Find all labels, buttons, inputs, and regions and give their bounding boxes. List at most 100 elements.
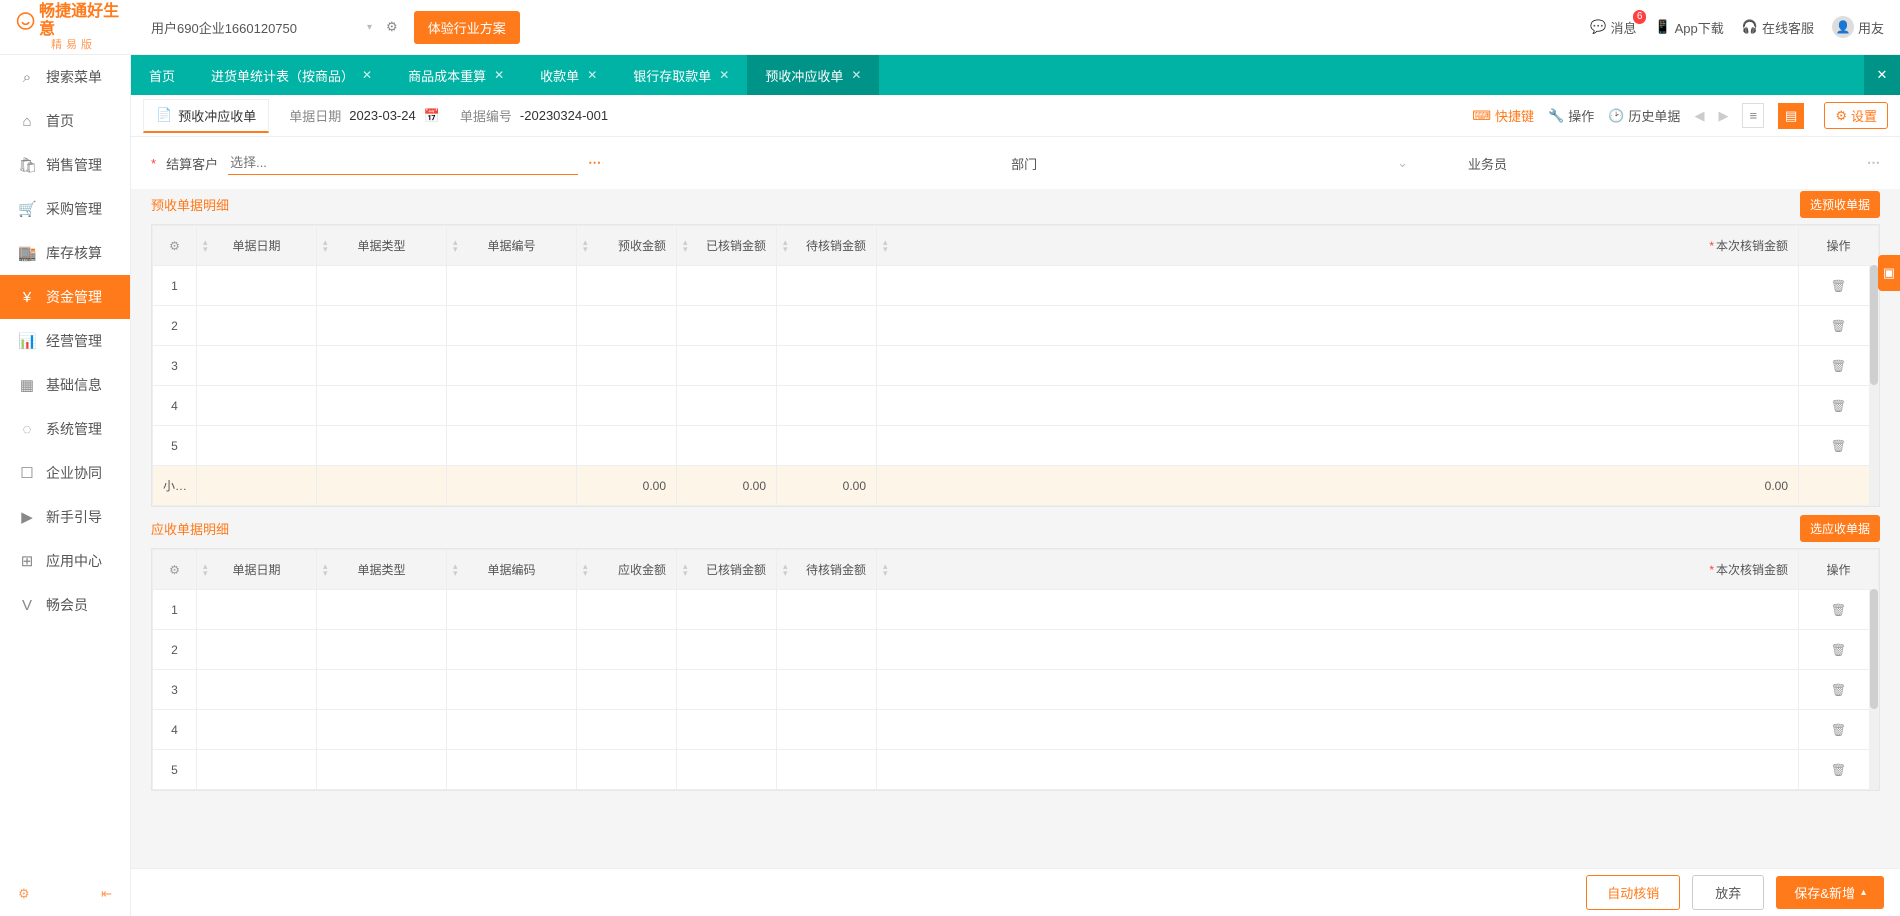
- sidebar-item-5[interactable]: ¥资金管理: [0, 275, 130, 319]
- tab-close-icon[interactable]: ✕: [494, 68, 504, 82]
- tab-2[interactable]: 商品成本重算✕: [390, 55, 522, 95]
- wrench-icon: 🔧: [1548, 108, 1564, 124]
- sidebar-item-7[interactable]: ▦基础信息: [0, 363, 130, 407]
- col-this[interactable]: ▴▾*本次核销金额: [877, 226, 1799, 266]
- online-service-link[interactable]: 🎧 在线客服: [1742, 18, 1814, 37]
- shortcut-link[interactable]: ⌨快捷键: [1472, 106, 1534, 125]
- sidebar-item-6[interactable]: 📊经营管理: [0, 319, 130, 363]
- table-row[interactable]: 3🗑: [153, 346, 1879, 386]
- customer-lookup-icon[interactable]: ⋯: [588, 155, 601, 171]
- tab-4[interactable]: 银行存取款单✕: [615, 55, 747, 95]
- tab-5[interactable]: 预收冲应收单✕: [747, 55, 879, 95]
- col-pending[interactable]: ▴▾待核销金额: [777, 226, 877, 266]
- table-row[interactable]: 1🗑: [153, 266, 1879, 306]
- col-receivable[interactable]: ▴▾应收金额: [577, 550, 677, 590]
- messages-link[interactable]: 💬 消息 6: [1590, 18, 1636, 37]
- delete-row-icon[interactable]: 🗑: [1799, 386, 1879, 426]
- col-date[interactable]: ▴▾单据日期: [197, 226, 317, 266]
- operate-link[interactable]: 🔧操作: [1548, 106, 1594, 125]
- next-record-button[interactable]: ▶: [1718, 108, 1728, 124]
- sidebar-item-8[interactable]: ◌系统管理: [0, 407, 130, 451]
- auto-verify-button[interactable]: 自动核销: [1586, 875, 1680, 910]
- discard-button[interactable]: 放弃: [1692, 875, 1764, 910]
- col-verified[interactable]: ▴▾已核销金额: [677, 550, 777, 590]
- tab-0[interactable]: 首页: [131, 55, 193, 95]
- sidebar-item-11[interactable]: ⊞应用中心: [0, 539, 130, 583]
- sidebar-collapse-icon[interactable]: ⇤: [101, 886, 112, 902]
- save-and-new-button[interactable]: 保存&新增▴: [1776, 876, 1884, 909]
- tab-close-icon[interactable]: ✕: [587, 68, 597, 82]
- sidebar-item-0[interactable]: ⌕搜索菜单: [0, 55, 130, 99]
- tab-1[interactable]: 进货单统计表（按商品）✕: [193, 55, 390, 95]
- col-prepay[interactable]: ▴▾预收金额: [577, 226, 677, 266]
- company-settings-icon[interactable]: ⚙: [386, 19, 398, 35]
- column-config-icon[interactable]: ⚙: [169, 239, 180, 253]
- settings-button[interactable]: ⚙设置: [1824, 102, 1888, 129]
- prev-record-button[interactable]: ◀: [1694, 108, 1704, 124]
- detail-view-toggle[interactable]: ▤: [1778, 103, 1804, 129]
- table-row[interactable]: 3🗑: [153, 670, 1879, 710]
- list-view-toggle[interactable]: ≡: [1742, 103, 1764, 128]
- document-icon: 📄: [156, 107, 172, 123]
- table-row[interactable]: 2🗑: [153, 306, 1879, 346]
- col-verified[interactable]: ▴▾已核销金额: [677, 226, 777, 266]
- delete-row-icon[interactable]: 🗑: [1799, 306, 1879, 346]
- sidebar-item-4[interactable]: 🏬库存核算: [0, 231, 130, 275]
- history-link[interactable]: 🕑历史单据: [1608, 106, 1680, 125]
- table-row[interactable]: 4🗑: [153, 386, 1879, 426]
- delete-row-icon[interactable]: 🗑: [1799, 630, 1879, 670]
- document-type-chip[interactable]: 📄 预收冲应收单: [143, 99, 269, 133]
- col-code[interactable]: ▴▾单据编号: [447, 226, 577, 266]
- col-pending[interactable]: ▴▾待核销金额: [777, 550, 877, 590]
- sidebar-item-12[interactable]: V畅会员: [0, 583, 130, 627]
- col-this[interactable]: ▴▾*本次核销金额: [877, 550, 1799, 590]
- app-download-link[interactable]: 📱 App下载: [1654, 18, 1723, 37]
- clerk-lookup-icon[interactable]: ⋯: [1867, 155, 1880, 171]
- table-row[interactable]: 2🗑: [153, 630, 1879, 670]
- tab-3[interactable]: 收款单✕: [522, 55, 615, 95]
- table-scrollbar[interactable]: [1869, 265, 1879, 506]
- user-menu[interactable]: 👤 用友: [1832, 16, 1884, 38]
- select-receivable-button[interactable]: 选应收单据: [1800, 515, 1880, 542]
- column-config-icon[interactable]: ⚙: [169, 563, 180, 577]
- sidebar-label: 首页: [46, 111, 74, 131]
- sidebar-item-9[interactable]: ☐企业协同: [0, 451, 130, 495]
- tab-close-icon[interactable]: ✕: [719, 68, 729, 82]
- clerk-input[interactable]: [1517, 151, 1857, 175]
- delete-row-icon[interactable]: 🗑: [1799, 426, 1879, 466]
- delete-row-icon[interactable]: 🗑: [1799, 590, 1879, 630]
- tab-close-icon[interactable]: ✕: [362, 68, 372, 82]
- right-drawer-toggle[interactable]: ▣: [1878, 255, 1900, 291]
- calendar-icon[interactable]: 📅: [424, 108, 440, 124]
- col-code[interactable]: ▴▾单据编码: [447, 550, 577, 590]
- table-row[interactable]: 5🗑: [153, 426, 1879, 466]
- company-selector[interactable]: 用户690企业1660120750 ▾: [151, 18, 372, 37]
- select-prepay-button[interactable]: 选预收单据: [1800, 191, 1880, 218]
- delete-row-icon[interactable]: 🗑: [1799, 266, 1879, 306]
- tab-close-icon[interactable]: ✕: [851, 68, 861, 82]
- table-scrollbar[interactable]: [1869, 589, 1879, 790]
- trial-button[interactable]: 体验行业方案: [414, 11, 520, 44]
- date-value[interactable]: 2023-03-24: [349, 108, 416, 123]
- sidebar-settings-icon[interactable]: ⚙: [18, 886, 30, 902]
- col-type[interactable]: ▴▾单据类型: [317, 550, 447, 590]
- close-all-tabs-button[interactable]: ✕: [1864, 55, 1900, 95]
- chevron-down-icon[interactable]: ⌄: [1397, 155, 1408, 171]
- delete-row-icon[interactable]: 🗑: [1799, 346, 1879, 386]
- sidebar-item-3[interactable]: 🛒采购管理: [0, 187, 130, 231]
- table-row[interactable]: 4🗑: [153, 710, 1879, 750]
- customer-input[interactable]: [228, 151, 578, 175]
- delete-row-icon[interactable]: 🗑: [1799, 750, 1879, 790]
- sidebar-item-1[interactable]: ⌂首页: [0, 99, 130, 143]
- col-type[interactable]: ▴▾单据类型: [317, 226, 447, 266]
- sidebar-item-2[interactable]: 🛍销售管理: [0, 143, 130, 187]
- table-row[interactable]: 5🗑: [153, 750, 1879, 790]
- dept-input[interactable]: [1047, 151, 1387, 175]
- col-date[interactable]: ▴▾单据日期: [197, 550, 317, 590]
- delete-row-icon[interactable]: 🗑: [1799, 670, 1879, 710]
- brand-logo: 畅捷通好生意 精易版: [16, 3, 131, 50]
- receivable-table: ⚙ ▴▾单据日期 ▴▾单据类型 ▴▾单据编码 ▴▾应收金额 ▴▾已核销金额 ▴▾…: [151, 548, 1880, 791]
- sidebar-item-10[interactable]: ▶新手引导: [0, 495, 130, 539]
- delete-row-icon[interactable]: 🗑: [1799, 710, 1879, 750]
- table-row[interactable]: 1🗑: [153, 590, 1879, 630]
